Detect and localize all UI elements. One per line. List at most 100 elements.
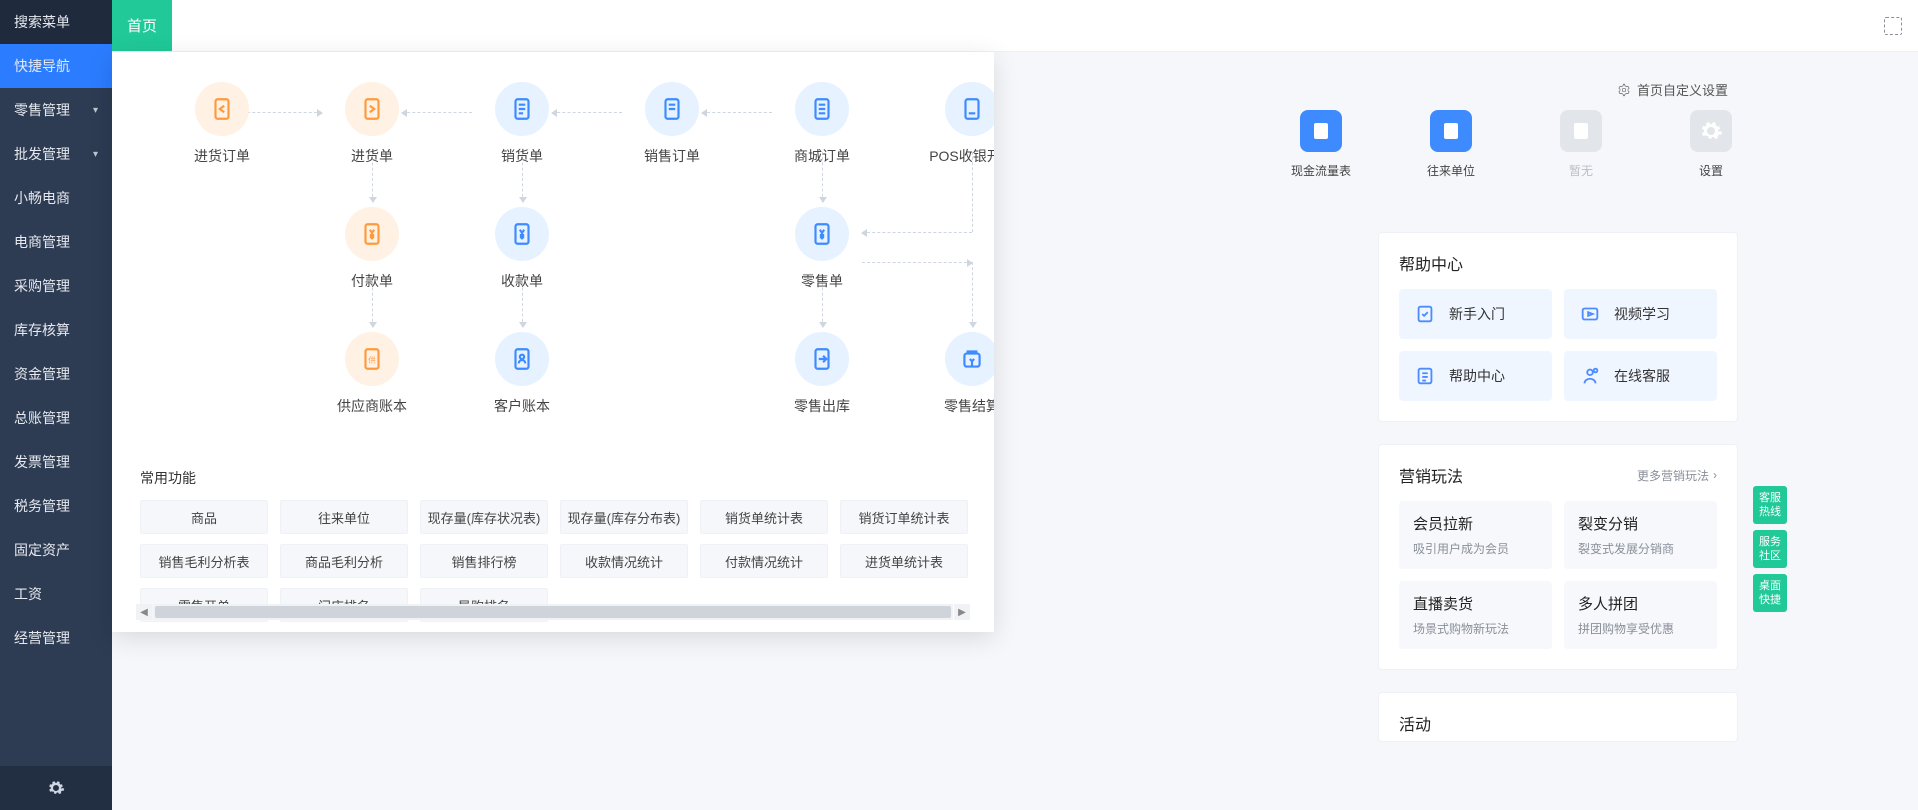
scroll-right-button[interactable]: ▶ (954, 604, 970, 620)
quick-icon[interactable]: 现金流量表 (1294, 110, 1348, 179)
flow-node-supplier-book[interactable]: 供 供应商账本 (297, 332, 447, 416)
scroll-thumb[interactable] (155, 606, 951, 618)
flow-node-sale-order[interactable]: 销售订单 (597, 82, 747, 166)
quick-icon[interactable]: 设置 (1684, 110, 1738, 179)
customer-book-icon (509, 346, 535, 372)
sidebar-item[interactable]: 资金管理 (0, 352, 112, 396)
sidebar-item-label: 采购管理 (14, 276, 70, 296)
flow-label: 供应商账本 (337, 396, 407, 416)
common-function-label: 往来单位 (318, 508, 370, 527)
help-item[interactable]: 新手入门 (1399, 289, 1552, 339)
help-center-title: 帮助中心 (1399, 251, 1463, 275)
sidebar-item[interactable]: 采购管理 (0, 264, 112, 308)
fullscreen-icon[interactable] (1884, 17, 1902, 35)
sidebar-settings-gear[interactable] (0, 766, 112, 810)
flow-node-retail-out[interactable]: 零售出库 (747, 332, 897, 416)
yen-doc-icon (509, 221, 535, 247)
common-function-button[interactable]: 现存量(库存状况表) (420, 500, 548, 534)
flow-node-customer-book[interactable]: 客户账本 (447, 332, 597, 416)
sidebar-item-label: 发票管理 (14, 452, 70, 472)
quick-icons-row: 现金流量表 往来单位 暂无 设置 (1294, 110, 1738, 179)
common-function-label: 现存量(库存状况表) (428, 508, 541, 527)
scroll-track[interactable] (153, 604, 953, 620)
float-side-button[interactable]: 服务社区 (1753, 530, 1787, 568)
sidebar-item[interactable]: 快捷导航 (0, 44, 112, 88)
sidebar-item-label: 工资 (14, 584, 42, 604)
sidebar-item-label: 小畅电商 (14, 188, 70, 208)
common-function-button[interactable]: 付款情况统计 (700, 544, 828, 578)
list-icon (809, 96, 835, 122)
sidebar-item[interactable]: 固定资产 (0, 528, 112, 572)
common-function-button[interactable]: 商品毛利分析 (280, 544, 408, 578)
flow-node-pay[interactable]: 付款单 (297, 207, 447, 291)
flow-node-retail[interactable]: 零售单 (747, 207, 897, 291)
yen-doc-icon (809, 221, 835, 247)
help-item-label: 视频学习 (1614, 304, 1670, 324)
sidebar-item[interactable]: 税务管理 (0, 484, 112, 528)
float-side-button[interactable]: 客服热线 (1753, 486, 1787, 524)
sidebar: 搜索菜单 快捷导航零售管理▾批发管理▾ 小畅电商电商管理采购管理库存核算资金管理总… (0, 0, 112, 810)
marketing-more-link[interactable]: 更多营销玩法 › (1637, 467, 1717, 484)
common-function-button[interactable]: 销售毛利分析表 (140, 544, 268, 578)
common-function-button[interactable]: 销售排行榜 (420, 544, 548, 578)
sidebar-item[interactable]: 零售管理▾ (0, 88, 112, 132)
flow-node-purchase-order[interactable]: 进货订单 (147, 82, 297, 166)
flow-node-sale-invoice[interactable]: 销货单 (447, 82, 597, 166)
common-function-label: 销货订单统计表 (858, 508, 949, 527)
flow-node-purchase[interactable]: 进货单 (297, 82, 447, 166)
sidebar-item[interactable]: 经营管理 (0, 616, 112, 660)
sidebar-item[interactable]: 工资 (0, 572, 112, 616)
flow-node-receipt[interactable]: 收款单 (447, 207, 597, 291)
tab-home[interactable]: 首页 (112, 0, 172, 51)
flow-node-pos[interactable]: POS收银开单 (897, 82, 994, 166)
common-function-button[interactable]: 进货单统计表 (840, 544, 968, 578)
sidebar-item-label: 库存核算 (14, 320, 70, 340)
quick-icon[interactable]: 暂无 (1554, 110, 1608, 179)
settle-icon (959, 346, 985, 372)
marketing-item[interactable]: 裂变分销裂变式发展分销商 (1564, 501, 1717, 569)
home-custom-settings[interactable]: 首页自定义设置 (1617, 80, 1728, 99)
quick-icon-label: 现金流量表 (1291, 162, 1351, 179)
help-item-icon (1413, 302, 1437, 326)
common-function-button[interactable]: 商品 (140, 500, 268, 534)
sidebar-item-label: 税务管理 (14, 496, 70, 516)
quick-icon-box (1560, 110, 1602, 152)
common-functions-title: 常用功能 (140, 468, 966, 488)
common-function-label: 现存量(库存分布表) (568, 508, 681, 527)
common-function-button[interactable]: 现存量(库存分布表) (560, 500, 688, 534)
sidebar-item[interactable]: 电商管理 (0, 220, 112, 264)
top-tabs-bar: 首页 (112, 0, 1918, 52)
marketing-item[interactable]: 会员拉新吸引用户成为会员 (1399, 501, 1552, 569)
common-function-button[interactable]: 往来单位 (280, 500, 408, 534)
tab-home-label: 首页 (127, 15, 157, 36)
help-item[interactable]: 在线客服 (1564, 351, 1717, 401)
marketing-item-title: 多人拼团 (1578, 593, 1703, 614)
sidebar-item[interactable]: 批发管理▾ (0, 132, 112, 176)
scroll-left-button[interactable]: ◀ (136, 604, 152, 620)
gear-outline-icon (1617, 83, 1631, 97)
sidebar-item[interactable]: 发票管理 (0, 440, 112, 484)
sidebar-item[interactable]: 总账管理 (0, 396, 112, 440)
activity-title: 活动 (1399, 711, 1717, 735)
sidebar-item[interactable]: 库存核算 (0, 308, 112, 352)
flow-node-retail-settle[interactable]: 零售结算 (897, 332, 994, 416)
marketing-item-sub: 场景式购物新玩法 (1413, 620, 1538, 637)
float-side-button[interactable]: 桌面快捷 (1753, 574, 1787, 612)
help-item[interactable]: 帮助中心 (1399, 351, 1552, 401)
sidebar-search[interactable]: 搜索菜单 (0, 0, 112, 44)
flyout-hscrollbar[interactable]: ◀ ▶ (136, 604, 970, 620)
marketing-item[interactable]: 直播卖货场景式购物新玩法 (1399, 581, 1552, 649)
common-function-button[interactable]: 销货单统计表 (700, 500, 828, 534)
flow-node-mall-order[interactable]: 商城订单 (747, 82, 897, 166)
quick-icon[interactable]: 往来单位 (1424, 110, 1478, 179)
svg-text:供: 供 (368, 354, 376, 364)
marketing-item-title: 会员拉新 (1413, 513, 1538, 534)
help-item[interactable]: 视频学习 (1564, 289, 1717, 339)
sidebar-item[interactable]: 小畅电商 (0, 176, 112, 220)
marketing-item[interactable]: 多人拼团拼团购物享受优惠 (1564, 581, 1717, 649)
common-function-button[interactable]: 销货订单统计表 (840, 500, 968, 534)
sidebar-item-label: 资金管理 (14, 364, 70, 384)
common-function-button[interactable]: 收款情况统计 (560, 544, 688, 578)
marketing-item-sub: 拼团购物享受优惠 (1578, 620, 1703, 637)
sidebar-item-label: 零售管理 (14, 100, 70, 120)
